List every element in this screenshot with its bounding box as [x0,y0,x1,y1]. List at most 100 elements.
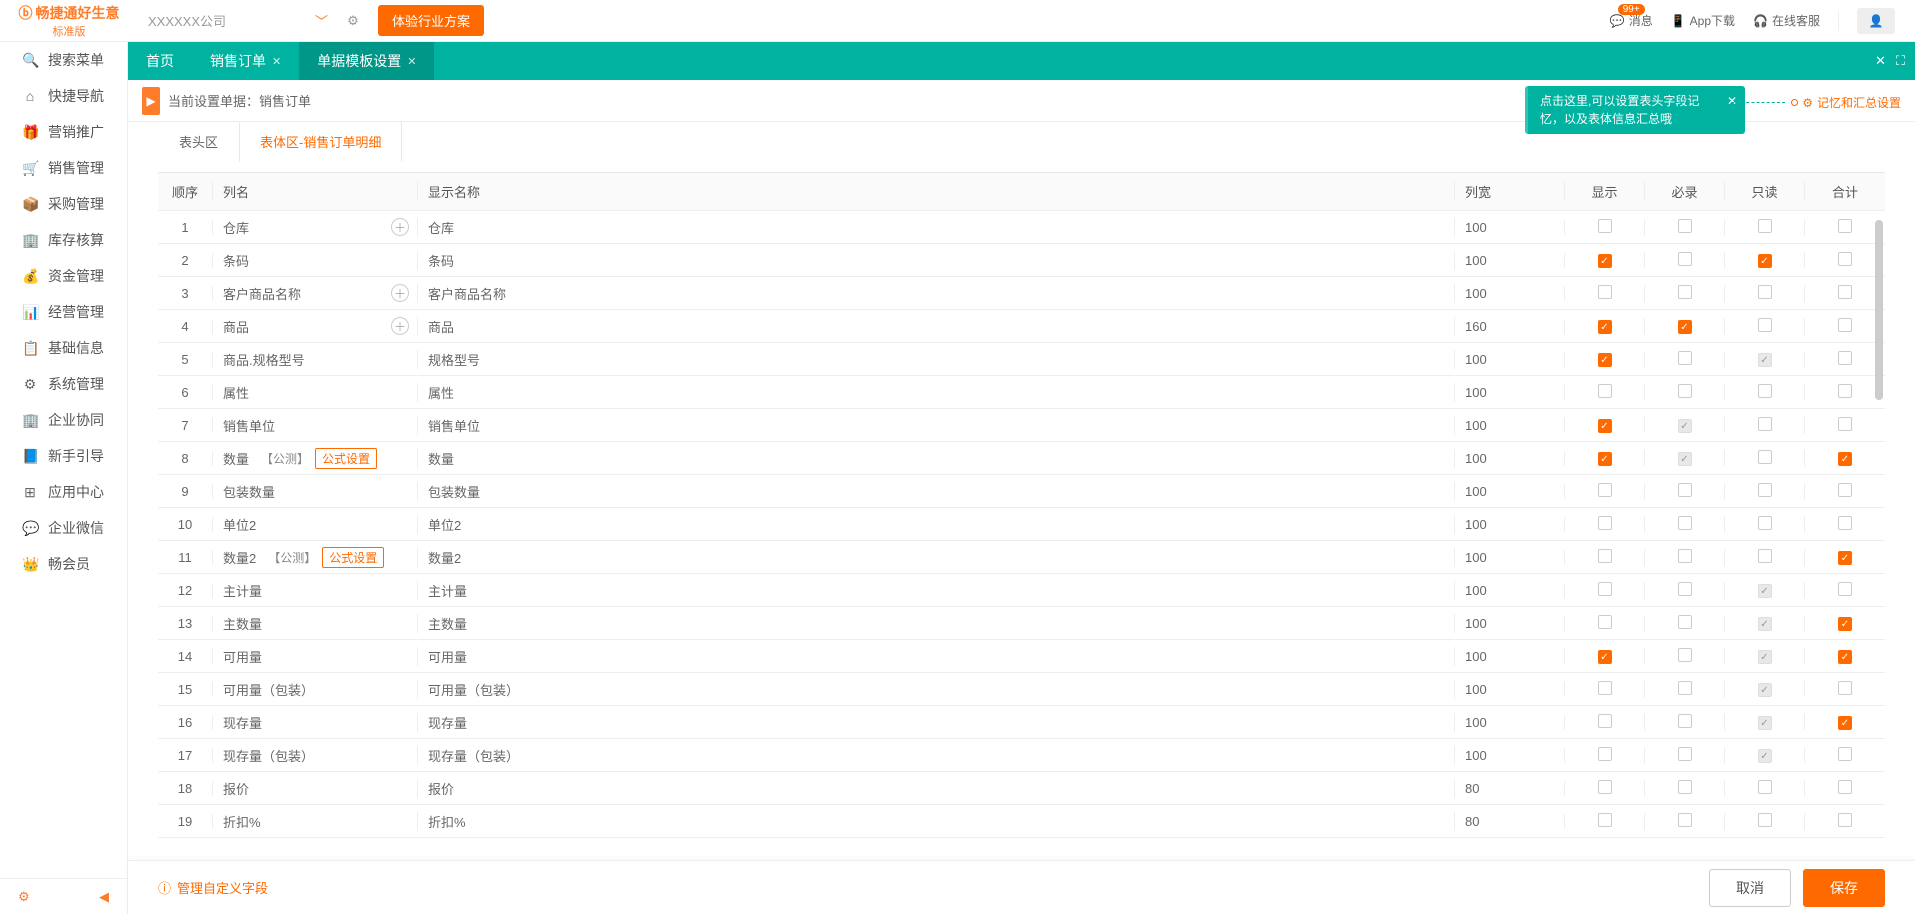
checkbox[interactable] [1678,648,1692,662]
checkbox[interactable]: ✓ [1598,650,1612,664]
add-column-icon[interactable]: ＋ [391,218,409,236]
checkbox[interactable]: ✓ [1598,254,1612,268]
cell-dispname[interactable]: 主数量 [418,614,1455,633]
app-download-link[interactable]: 📱 App下载 [1671,12,1735,29]
cell-colname[interactable]: 数量【公测】公式设置 [213,448,418,469]
checkbox[interactable]: ✓ [1838,617,1852,631]
checkbox[interactable] [1678,747,1692,761]
checkbox[interactable] [1838,747,1852,761]
cell-width[interactable]: 100 [1455,286,1565,301]
cell-width[interactable]: 100 [1455,550,1565,565]
checkbox[interactable] [1678,384,1692,398]
checkbox[interactable] [1758,219,1772,233]
cell-dispname[interactable]: 商品 [418,317,1455,336]
checkbox[interactable] [1838,516,1852,530]
cell-dispname[interactable]: 主计量 [418,581,1455,600]
sidebar-item-2[interactable]: 🎁营销推广 [0,114,127,150]
cell-dispname[interactable]: 数量2 [418,548,1455,567]
checkbox[interactable]: ✓ [1598,452,1612,466]
sidebar-item-11[interactable]: 📘新手引导 [0,438,127,474]
cell-colname[interactable]: 现存量 [213,713,418,732]
formula-settings-link[interactable]: 公式设置 [322,547,384,568]
cell-dispname[interactable]: 可用量（包装） [418,680,1455,699]
checkbox[interactable] [1758,549,1772,563]
cell-dispname[interactable]: 现存量 [418,713,1455,732]
cell-colname[interactable]: 仓库＋ [213,218,418,237]
cell-dispname[interactable]: 客户商品名称 [418,284,1455,303]
messages-link[interactable]: 💬 消息 99+ [1610,12,1653,29]
cell-width[interactable]: 100 [1455,682,1565,697]
sidebar-item-12[interactable]: ⊞应用中心 [0,474,127,510]
checkbox[interactable]: ✓ [1598,353,1612,367]
cell-width[interactable]: 100 [1455,352,1565,367]
checkbox[interactable] [1598,384,1612,398]
scrollbar-thumb[interactable] [1875,220,1883,400]
tab-close-icon[interactable]: ✕ [272,55,281,68]
checkbox[interactable] [1678,252,1692,266]
cell-dispname[interactable]: 现存量（包装） [418,746,1455,765]
cell-colname[interactable]: 可用量（包装） [213,680,418,699]
cell-colname[interactable]: 客户商品名称＋ [213,284,418,303]
checkbox[interactable] [1678,351,1692,365]
checkbox[interactable] [1758,483,1772,497]
checkbox[interactable] [1678,483,1692,497]
cell-colname[interactable]: 属性 [213,383,418,402]
sidebar-item-8[interactable]: 📋基础信息 [0,330,127,366]
checkbox[interactable] [1678,714,1692,728]
checkbox[interactable]: ✓ [1598,419,1612,433]
checkbox[interactable] [1758,450,1772,464]
checkbox[interactable] [1598,615,1612,629]
cell-width[interactable]: 100 [1455,616,1565,631]
tab-header-area[interactable]: 表头区 [158,121,239,162]
cell-dispname[interactable]: 规格型号 [418,350,1455,369]
settings-gear-button[interactable]: ⚙ [338,6,368,36]
cell-width[interactable]: 100 [1455,649,1565,664]
nav-tab-1[interactable]: 销售订单✕ [192,42,299,80]
cell-colname[interactable]: 包装数量 [213,482,418,501]
cell-dispname[interactable]: 单位2 [418,515,1455,534]
checkbox[interactable]: ✓ [1838,551,1852,565]
checkbox[interactable] [1758,780,1772,794]
hint-close-icon[interactable]: ✕ [1727,92,1737,110]
online-service-link[interactable]: 🎧 在线客服 [1753,12,1820,29]
checkbox[interactable] [1598,747,1612,761]
checkbox[interactable] [1838,417,1852,431]
checkbox[interactable] [1598,681,1612,695]
checkbox[interactable] [1838,384,1852,398]
cell-dispname[interactable]: 折扣% [418,812,1455,831]
cell-dispname[interactable]: 销售单位 [418,416,1455,435]
cell-width[interactable]: 100 [1455,484,1565,499]
checkbox[interactable] [1838,483,1852,497]
checkbox[interactable] [1598,285,1612,299]
checkbox[interactable] [1838,681,1852,695]
cell-dispname[interactable]: 数量 [418,449,1455,468]
cell-width[interactable]: 100 [1455,583,1565,598]
tab-close-icon[interactable]: ✕ [407,55,416,68]
cell-width[interactable]: 100 [1455,517,1565,532]
close-all-tabs-icon[interactable]: ✕ [1875,53,1886,69]
manage-custom-fields-link[interactable]: ⓘ 管理自定义字段 [158,878,268,897]
cell-dispname[interactable]: 包装数量 [418,482,1455,501]
checkbox[interactable] [1678,813,1692,827]
cell-dispname[interactable]: 条码 [418,251,1455,270]
checkbox[interactable] [1598,483,1612,497]
cell-colname[interactable]: 商品＋ [213,317,418,336]
checkbox[interactable] [1678,780,1692,794]
checkbox[interactable] [1598,516,1612,530]
checkbox[interactable] [1598,219,1612,233]
cell-width[interactable]: 80 [1455,781,1565,796]
memory-summary-link[interactable]: ⚙ 记忆和汇总设置 [1791,94,1901,111]
checkbox[interactable] [1758,285,1772,299]
sidebar-item-13[interactable]: 💬企业微信 [0,510,127,546]
checkbox[interactable] [1678,549,1692,563]
checkbox[interactable] [1598,582,1612,596]
cell-colname[interactable]: 报价 [213,779,418,798]
sidebar-item-0[interactable]: 🔍搜索菜单 [0,42,127,78]
checkbox[interactable] [1838,351,1852,365]
sidebar-item-14[interactable]: 👑畅会员 [0,546,127,582]
sidebar-collapse-icon[interactable]: ◀ [99,889,109,905]
tab-body-area[interactable]: 表体区-销售订单明细 [239,121,402,162]
checkbox[interactable] [1598,813,1612,827]
cell-width[interactable]: 100 [1455,385,1565,400]
checkbox[interactable] [1838,780,1852,794]
